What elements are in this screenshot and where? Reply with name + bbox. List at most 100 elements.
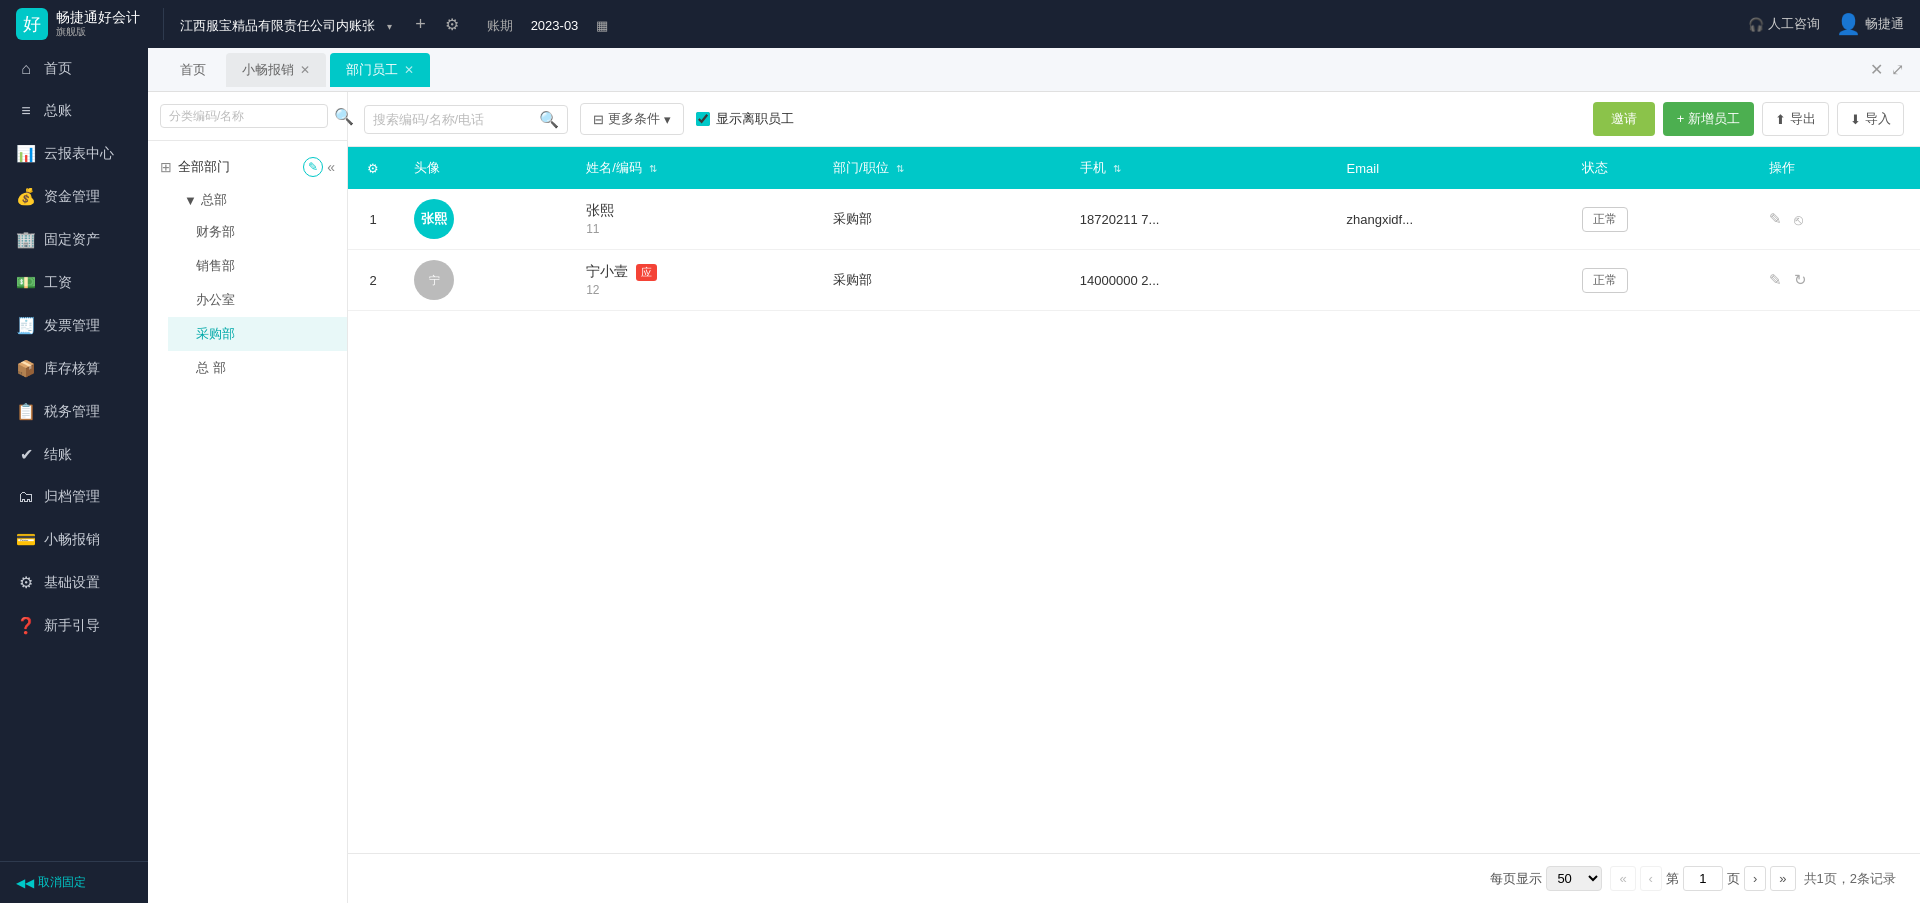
app-name: 畅捷通好会计 xyxy=(56,9,140,26)
first-page-btn[interactable]: « xyxy=(1610,866,1635,891)
dept-item-general[interactable]: 总 部 xyxy=(168,351,347,385)
per-page-dropdown[interactable]: 50 100 xyxy=(1546,866,1602,891)
page-total: 共1页，2条记录 xyxy=(1804,870,1896,888)
th-phone[interactable]: 手机 ⇅ xyxy=(1064,147,1331,189)
all-dept-label: 全部部门 xyxy=(178,158,230,176)
app-logo-icon: 好 xyxy=(16,8,48,40)
company-name-text: 江西服宝精品有限责任公司内账张 xyxy=(180,18,375,33)
user-area[interactable]: 👤 畅捷通 xyxy=(1836,12,1904,36)
th-name-code[interactable]: 姓名/编码 ⇅ xyxy=(570,147,817,189)
calendar-icon[interactable]: ▦ xyxy=(596,18,608,33)
row2-edit-icon[interactable]: ✎ xyxy=(1769,271,1782,289)
sidebar: ⌂ 首页 ≡ 总账 📊 云报表中心 💰 资金管理 🏢 固定资产 💵 工资 🧾 发… xyxy=(0,48,148,903)
tab-home[interactable]: 首页 xyxy=(164,53,222,87)
export-btn[interactable]: ⬆ 导出 xyxy=(1762,102,1829,136)
assets-icon: 🏢 xyxy=(16,230,36,249)
company-dropdown-icon[interactable]: ▾ xyxy=(387,21,392,32)
sidebar-item-settings[interactable]: ⚙ 基础设置 xyxy=(0,561,148,604)
period-value: 2023-03 xyxy=(531,18,579,33)
prev-page-btn[interactable]: ‹ xyxy=(1640,866,1662,891)
dept-item-office[interactable]: 办公室 xyxy=(168,283,347,317)
table-row: 1 张熙 张熙 11 采购部 xyxy=(348,189,1920,250)
user-name: 畅捷通 xyxy=(1865,15,1904,33)
page-input[interactable] xyxy=(1683,866,1723,891)
sidebar-item-archive[interactable]: 🗂 归档管理 xyxy=(0,476,148,518)
sidebar-label-salary: 工资 xyxy=(44,274,72,292)
all-dept-header[interactable]: ⊞ 全部部门 ✎ « xyxy=(148,149,347,185)
sidebar-label-settings: 基础设置 xyxy=(44,574,100,592)
sidebar-item-tax[interactable]: 📋 税务管理 xyxy=(0,390,148,433)
edit-dept-icon[interactable]: ✎ xyxy=(303,157,323,177)
tab-employees-close[interactable]: ✕ xyxy=(404,63,414,77)
show-resigned-label[interactable]: 显示离职员工 xyxy=(696,110,794,128)
dept-panel: 🔍 ⊞ 全部部门 ✎ « xyxy=(148,92,348,903)
import-btn[interactable]: ⬇ 导入 xyxy=(1837,102,1904,136)
th-dept-position[interactable]: 部门/职位 ⇅ xyxy=(817,147,1064,189)
show-resigned-text: 显示离职员工 xyxy=(716,110,794,128)
row1-index: 1 xyxy=(348,189,398,250)
filter-btn[interactable]: ⊟ 更多条件 ▾ xyxy=(580,103,684,135)
topbar: 好 畅捷通好会计 旗舰版 江西服宝精品有限责任公司内账张 ▾ + ⚙ 账期 20… xyxy=(0,0,1920,48)
dept-item-sales[interactable]: 销售部 xyxy=(168,249,347,283)
row1-name: 张熙 xyxy=(586,202,801,220)
tab-expense-close[interactable]: ✕ xyxy=(300,63,310,77)
search-icon[interactable]: 🔍 xyxy=(539,110,559,129)
tab-close-btn[interactable]: ✕ xyxy=(1870,60,1883,79)
employee-search-input[interactable] xyxy=(373,112,533,127)
row1-phone: 18720211 7... xyxy=(1064,189,1331,250)
row2-refresh-icon[interactable]: ↻ xyxy=(1794,271,1807,289)
row1-edit-icon[interactable]: ✎ xyxy=(1769,210,1782,228)
row1-action-icons: ✎ ⎋ xyxy=(1769,210,1904,228)
sidebar-label-tax: 税务管理 xyxy=(44,403,100,421)
filter-dropdown-icon: ▾ xyxy=(664,112,671,127)
next-page-btn[interactable]: › xyxy=(1744,866,1766,891)
dept-tree: ⊞ 全部部门 ✎ « ▼ 总部 财务部 xyxy=(148,141,347,903)
sidebar-label-expense: 小畅报销 xyxy=(44,531,100,549)
sidebar-item-fund[interactable]: 💰 资金管理 xyxy=(0,175,148,218)
unpin-btn[interactable]: ◀◀ 取消固定 xyxy=(0,861,148,903)
sidebar-item-reports[interactable]: 📊 云报表中心 xyxy=(0,132,148,175)
row1-logout-icon[interactable]: ⎋ xyxy=(1794,211,1803,228)
invite-btn[interactable]: 邀请 xyxy=(1593,102,1655,136)
sidebar-item-expense[interactable]: 💳 小畅报销 xyxy=(0,518,148,561)
period-label: 账期 xyxy=(487,18,513,33)
page-suffix: 页 xyxy=(1727,870,1740,888)
expand-icon: ▼ xyxy=(184,193,197,208)
user-avatar-icon: 👤 xyxy=(1836,12,1861,36)
tab-expense[interactable]: 小畅报销 ✕ xyxy=(226,53,326,87)
row2-email xyxy=(1331,250,1567,311)
invoice-icon: 🧾 xyxy=(16,316,36,335)
add-company-icon[interactable]: + xyxy=(415,14,426,34)
sidebar-item-invoice[interactable]: 🧾 发票管理 xyxy=(0,304,148,347)
sidebar-label-ledger: 总账 xyxy=(44,102,72,120)
last-page-btn[interactable]: » xyxy=(1770,866,1795,891)
sidebar-item-assets[interactable]: 🏢 固定资产 xyxy=(0,218,148,261)
sidebar-item-guide[interactable]: ❓ 新手引导 xyxy=(0,604,148,647)
home-icon: ⌂ xyxy=(16,60,36,78)
service-btn[interactable]: 🎧 人工咨询 xyxy=(1748,15,1820,33)
tab-employees-label: 部门员工 xyxy=(346,61,398,79)
sidebar-item-close[interactable]: ✔ 结账 xyxy=(0,433,148,476)
dept-item-finance[interactable]: 财务部 xyxy=(168,215,347,249)
row2-action-icons: ✎ ↻ xyxy=(1769,271,1904,289)
row2-tag: 应 xyxy=(636,264,657,281)
dept-parent-hq[interactable]: ▼ 总部 xyxy=(168,185,347,215)
dept-item-purchase[interactable]: 采购部 xyxy=(168,317,347,351)
show-resigned-checkbox[interactable] xyxy=(696,112,710,126)
dept-parent-label: 总部 xyxy=(201,191,227,209)
sidebar-item-inventory[interactable]: 📦 库存核算 xyxy=(0,347,148,390)
sidebar-item-home[interactable]: ⌂ 首页 xyxy=(0,48,148,90)
sidebar-item-ledger[interactable]: ≡ 总账 xyxy=(0,90,148,132)
tab-employees[interactable]: 部门员工 ✕ xyxy=(330,53,430,87)
add-employee-btn[interactable]: + 新增员工 xyxy=(1663,102,1754,136)
row2-status: 正常 xyxy=(1566,250,1753,311)
settings-icon[interactable]: ⚙ xyxy=(445,16,459,33)
employee-search-box: 🔍 xyxy=(364,105,568,134)
archive-icon: 🗂 xyxy=(16,488,36,506)
tab-expand-btn[interactable]: ⤢ xyxy=(1891,60,1904,79)
service-label: 人工咨询 xyxy=(1768,15,1820,33)
collapse-icon[interactable]: « xyxy=(327,159,335,175)
sidebar-item-salary[interactable]: 💵 工资 xyxy=(0,261,148,304)
th-settings[interactable]: ⚙ xyxy=(348,147,398,189)
dept-search-input[interactable] xyxy=(160,104,328,128)
